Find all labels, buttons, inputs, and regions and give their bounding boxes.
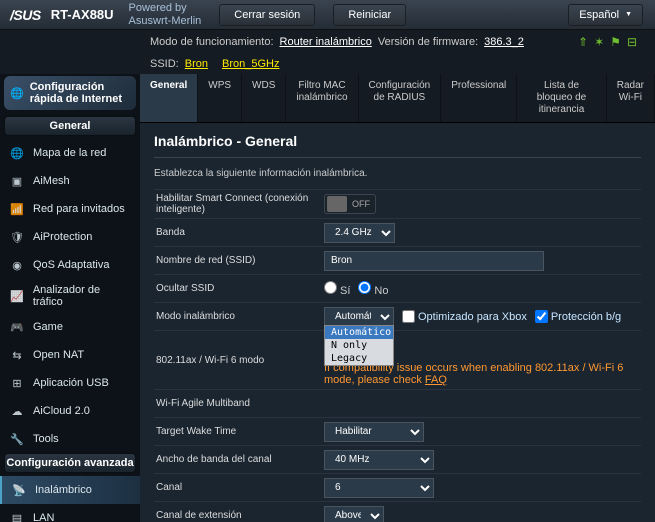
toggle-smartconnect[interactable]: OFF <box>324 194 376 214</box>
tab-wifi-radar[interactable]: Radar Wi-Fi <box>607 74 655 122</box>
lock-icon: ⚑ <box>610 35 621 49</box>
radio-hide-no[interactable]: No <box>358 281 388 297</box>
globe-icon: 🌐 <box>10 87 24 100</box>
page-title: Inalámbrico - General <box>154 133 641 149</box>
faq-link[interactable]: FAQ <box>425 374 447 386</box>
label-twt: Target Wake Time <box>154 426 324 437</box>
gamepad-icon: 🎮 <box>8 318 26 336</box>
page-desc: Establezca la siguiente información inal… <box>154 168 641 179</box>
section-general: General <box>4 116 136 136</box>
checkbox-xbox[interactable]: Optimizado para Xbox <box>402 310 527 323</box>
tab-bar: General WPS WDS Filtro MAC inalámbrico C… <box>140 74 655 123</box>
reboot-button[interactable]: Reiniciar <box>333 4 406 26</box>
label-ax-mode: 802.11ax / Wi-Fi 6 modo <box>154 355 324 366</box>
label-smartconnect: Habilitar Smart Connect (conexión inteli… <box>154 193 324 215</box>
label-bandwidth: Ancho de banda del canal <box>154 454 324 465</box>
nav-network-map[interactable]: 🌐Mapa de la red <box>0 139 140 167</box>
ssid-5: Bron_5GHz <box>222 58 279 70</box>
select-wireless-mode[interactable]: Automático <box>324 307 394 327</box>
dropdown-wireless-mode-open[interactable]: Automático N only Legacy <box>324 325 394 366</box>
label-band: Banda <box>154 227 324 238</box>
brand-logo: /SUS <box>0 7 49 23</box>
opt-n-only[interactable]: N only <box>325 339 393 352</box>
fw-label: Versión de firmware: <box>378 36 478 48</box>
wifi-icon: ⇑ <box>578 35 588 49</box>
label-hide-ssid: Ocultar SSID <box>154 283 324 294</box>
select-band[interactable]: 2.4 GHz <box>324 223 395 243</box>
nav-usb[interactable]: ⊞Aplicación USB <box>0 369 140 397</box>
cloud-icon: ☁ <box>8 402 26 420</box>
nav-lan[interactable]: ▤LAN <box>0 504 140 522</box>
language-dropdown[interactable]: Español <box>568 4 643 26</box>
select-bandwidth[interactable]: 40 MHz <box>324 450 434 470</box>
nav-aiprotection[interactable]: 🛡AiProtection <box>0 223 140 251</box>
nav-opennat[interactable]: ⇆Open NAT <box>0 341 140 369</box>
op-mode-label: Modo de funcionamiento: <box>150 36 274 48</box>
checkbox-bg-protection[interactable]: Protección b/g <box>535 310 621 323</box>
signal-icon: ✶ <box>594 35 604 49</box>
chart-icon: 📈 <box>8 287 26 305</box>
model-name: RT-AX88U <box>51 7 114 22</box>
tab-roaming-block[interactable]: Lista de bloqueo de itinerancia <box>517 74 606 122</box>
fw-value[interactable]: 386.3_2 <box>484 36 524 48</box>
nav-guest[interactable]: 📶Red para invitados <box>0 195 140 223</box>
usb-icon: ⊟ <box>627 35 637 49</box>
opt-legacy[interactable]: Legacy <box>325 352 393 365</box>
status-icons: ⇑ ✶ ⚑ ⊟ <box>578 35 645 49</box>
section-advanced: Configuración avanzada <box>4 453 136 473</box>
nav-wireless[interactable]: 📡Inalámbrico <box>0 476 140 504</box>
label-agile: Wi-Fi Agile Multiband <box>154 398 324 409</box>
nav-game[interactable]: 🎮Game <box>0 313 140 341</box>
op-mode-value[interactable]: Router inalámbrico <box>280 36 372 48</box>
label-channel: Canal <box>154 482 324 493</box>
logout-button[interactable]: Cerrar sesión <box>219 4 315 26</box>
shield-icon: 🛡 <box>8 228 26 246</box>
nav-qos[interactable]: ◉QoS Adaptativa <box>0 251 140 279</box>
tab-wps[interactable]: WPS <box>198 74 242 122</box>
wifi-icon: 📡 <box>10 481 28 499</box>
tab-professional[interactable]: Professional <box>441 74 517 122</box>
label-ssid: Nombre de red (SSID) <box>154 255 324 266</box>
tab-general[interactable]: General <box>140 74 198 122</box>
opt-auto[interactable]: Automático <box>325 326 393 339</box>
input-ssid[interactable] <box>324 251 544 271</box>
nav-traffic[interactable]: 📈Analizador de tráfico <box>0 279 140 313</box>
wrench-icon: 🔧 <box>8 430 26 448</box>
nav-tools[interactable]: 🔧Tools <box>0 425 140 453</box>
select-channel[interactable]: 6 <box>324 478 434 498</box>
tab-radius[interactable]: Configuración de RADIUS <box>359 74 442 122</box>
quick-setup-button[interactable]: 🌐 Configuración rápida de Internet <box>4 76 136 110</box>
guest-icon: 📶 <box>8 200 26 218</box>
map-icon: 🌐 <box>8 144 26 162</box>
nav-aicloud[interactable]: ☁AiCloud 2.0 <box>0 397 140 425</box>
nat-icon: ⇆ <box>8 346 26 364</box>
divider <box>154 157 641 158</box>
firmware-brand: Powered by Asuswrt-Merlin <box>129 2 202 26</box>
gauge-icon: ◉ <box>8 256 26 274</box>
usb-icon: ⊞ <box>8 374 26 392</box>
mesh-icon: ▣ <box>8 172 26 190</box>
nav-aimesh[interactable]: ▣AiMesh <box>0 167 140 195</box>
ssid-label: SSID: <box>150 58 179 70</box>
select-twt[interactable]: Habilitar <box>324 422 424 442</box>
tab-wds[interactable]: WDS <box>242 74 286 122</box>
ssid-24: Bron <box>185 58 208 70</box>
label-ext-channel: Canal de extensión <box>154 510 324 521</box>
tab-macfilter[interactable]: Filtro MAC inalámbrico <box>286 74 358 122</box>
select-ext-channel[interactable]: Above <box>324 506 384 522</box>
radio-hide-yes[interactable]: Sí <box>324 281 350 297</box>
label-wireless-mode: Modo inalámbrico <box>154 311 324 322</box>
lan-icon: ▤ <box>8 509 26 522</box>
